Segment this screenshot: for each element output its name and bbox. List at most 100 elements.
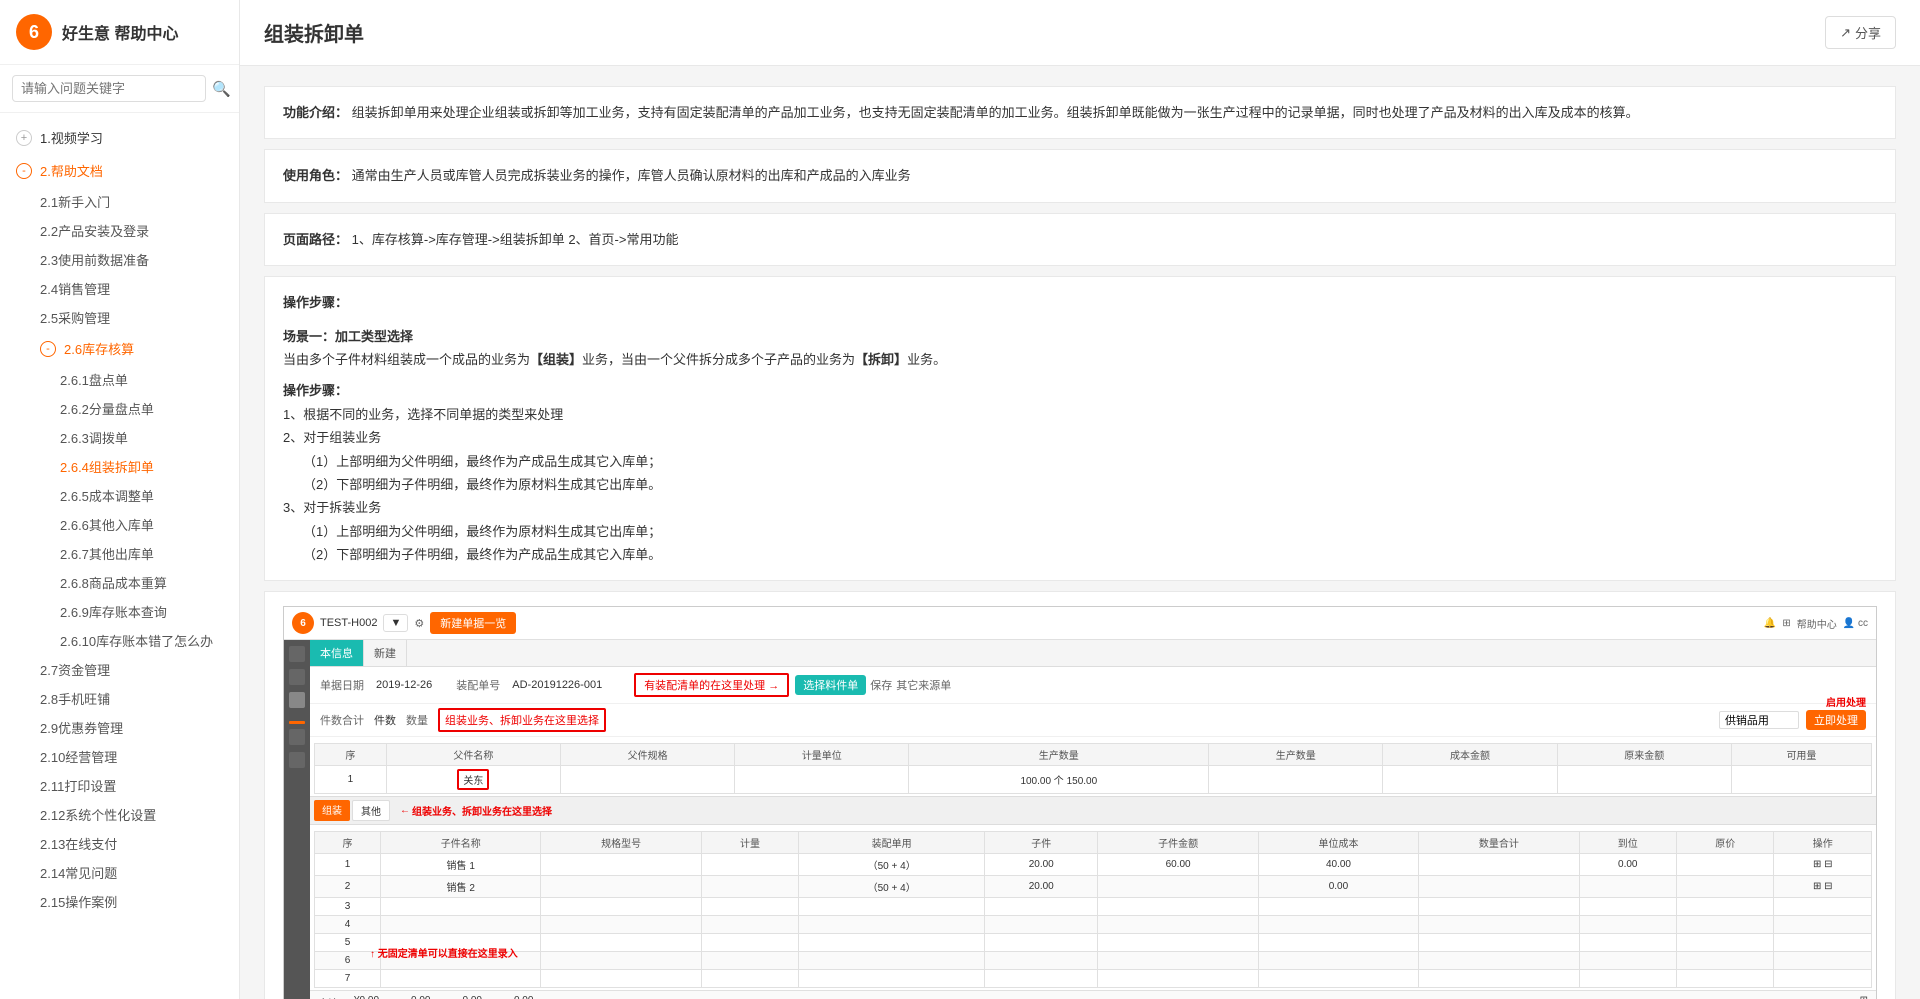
ops-block: 操作步骤： 场景一：加工类型选择 当由多个子件材料组装成一个成品的业务为【组装】… xyxy=(264,276,1896,581)
step2-2: （2）下部明细为子件明细，最终作为原材料生成其它出库单。 xyxy=(283,473,1877,496)
sidebar-item-2-1[interactable]: 2.1新手入门 xyxy=(40,187,239,216)
ops-title: 操作步骤： xyxy=(283,295,348,310)
share-icon: ↗ xyxy=(1840,25,1851,41)
intro-title: 功能介绍： xyxy=(283,105,348,120)
child-row-7: 7 xyxy=(315,970,1872,988)
step2-1: （1）上部明细为父件明细，最终作为产成品生成其它入库单； xyxy=(283,450,1877,473)
app-left-strip xyxy=(284,640,310,999)
col-parent-spec: 父件规格 xyxy=(560,744,734,766)
sidebar-item-2-2[interactable]: 2.2产品安装及登录 xyxy=(40,216,239,245)
sidebar-item-2-5[interactable]: 2.5采购管理 xyxy=(40,303,239,332)
child-row-4: 4 xyxy=(315,916,1872,934)
process-button[interactable]: 立即处理 xyxy=(1806,710,1866,730)
cell-cost xyxy=(1383,766,1557,794)
annotation-4: ↑ 无固定清单可以直接在这里录入 xyxy=(370,945,518,960)
type-annotation-box: 组装业务、拆卸业务在这里选择 xyxy=(438,708,606,732)
tab-info[interactable]: 本信息 xyxy=(310,640,364,666)
sidebar: 6 好生意 帮助中心 🔍 + 1.视频学习 - 2.帮助文档 2.1新手入门 2… xyxy=(0,0,240,999)
select-parts-button[interactable]: 选择料件单 xyxy=(795,675,866,695)
path-title: 页面路径： xyxy=(283,232,348,247)
date-label: 单据日期 xyxy=(320,677,364,693)
sidebar-item-2-4[interactable]: 2.4销售管理 xyxy=(40,274,239,303)
sidebar-item-2-6-7[interactable]: 2.6.7其他出库单 xyxy=(60,539,239,568)
bell-icon: 🔔 xyxy=(1764,618,1776,629)
col-orig: 原来金额 xyxy=(1557,744,1731,766)
save-btn-placeholder: 保存 xyxy=(870,677,892,693)
content-area: 功能介绍： 组装拆卸单用来处理企业组装或拆卸等加工业务，支持有固定装配清单的产品… xyxy=(240,66,1920,999)
assembly-label: 装配单号 xyxy=(456,677,500,693)
col-seq: 序 xyxy=(315,744,387,766)
app-main-area: 本信息 新建 单据日期 2019-12-26 装配单号 AD-20191226-… xyxy=(310,640,1876,999)
type-input[interactable] xyxy=(1719,711,1799,729)
parent-row-1: 1 关东 100.00 个 150.00 xyxy=(315,766,1872,794)
col-cost: 成本金额 xyxy=(1383,744,1557,766)
search-input[interactable] xyxy=(12,75,206,102)
sidebar-item-2-7[interactable]: 2.7资金管理 xyxy=(40,655,239,684)
sidebar-item-2-8[interactable]: 2.8手机旺铺 xyxy=(40,684,239,713)
type-selector-area: 组装业务、拆卸业务在这里选择 xyxy=(438,708,606,732)
app-dropdown[interactable]: ▼ xyxy=(383,614,408,632)
sidebar-item-2-6-6[interactable]: 2.6.6其他入库单 xyxy=(60,510,239,539)
sidebar-item-2-12[interactable]: 2.12系统个性化设置 xyxy=(40,800,239,829)
role-title: 使用角色： xyxy=(283,168,348,183)
lower-table-area: 序 子件名称 规格型号 计量 装配单用 子件 子件金额 单位成本 xyxy=(310,825,1876,990)
sidebar-item-2-6-10[interactable]: 2.6.10库存账本错了怎么办 xyxy=(60,626,239,655)
sidebar-item-2-15[interactable]: 2.15操作案例 xyxy=(40,887,239,916)
sidebar-item-1[interactable]: + 1.视频学习 xyxy=(0,121,239,154)
sidebar-item-2-6-5[interactable]: 2.6.5成本调整单 xyxy=(60,481,239,510)
child-row-6: 6 xyxy=(315,952,1872,970)
sidebar-item-1-label: 1.视频学习 xyxy=(40,128,103,147)
cell-avail xyxy=(1731,766,1871,794)
sidebar-item-2-11[interactable]: 2.11打印设置 xyxy=(40,771,239,800)
expand-icon-2-6: - xyxy=(40,341,56,357)
app-body: 本信息 新建 单据日期 2019-12-26 装配单号 AD-20191226-… xyxy=(284,640,1876,999)
sidebar-item-2-6[interactable]: - 2.6库存核算 xyxy=(40,332,239,365)
total-val1: ¥0.00 xyxy=(354,995,379,999)
sidebar-item-2-6-3[interactable]: 2.6.3调拨单 xyxy=(60,423,239,452)
share-button[interactable]: ↗ 分享 xyxy=(1825,16,1896,49)
sidebar-item-2-6-2[interactable]: 2.6.2分量盘点单 xyxy=(60,394,239,423)
strip-item xyxy=(289,752,305,768)
sidebar-item-2-6-4[interactable]: 2.6.4组装拆卸单 xyxy=(60,452,239,481)
annotation-1-box: 有装配清单的在这里处理 → xyxy=(634,673,789,697)
total-val4: 0.00 xyxy=(514,995,533,999)
step2: 2、对于组装业务 xyxy=(283,426,1877,449)
col-amt: 子件金额 xyxy=(1098,832,1258,854)
search-box: 🔍 xyxy=(0,65,239,113)
intro-body: 组装拆卸单用来处理企业组装或拆卸等加工业务，支持有固定装配清单的产品加工业务，也… xyxy=(352,105,1639,120)
sidebar-item-2-6-8[interactable]: 2.6.8商品成本重算 xyxy=(60,568,239,597)
col-qty2: 子件 xyxy=(985,832,1098,854)
annotation-1-area: 有装配清单的在这里处理 → 选择料件单 保存 其它来源单 xyxy=(614,673,951,697)
sidebar-item-2-13[interactable]: 2.13在线支付 xyxy=(40,829,239,858)
col-action: 操作 xyxy=(1774,832,1872,854)
annotation-2-inline: ← 组装业务、拆卸业务在这里选择 xyxy=(400,800,552,821)
strip-item xyxy=(289,692,305,708)
parent-items-table: 序 父件名称 父件规格 计量单位 生产数量 生产数量 成本金额 原来金额 xyxy=(314,743,1872,794)
sidebar-item-2-9[interactable]: 2.9优惠券管理 xyxy=(40,713,239,742)
total-val3: 0.00 xyxy=(463,995,482,999)
new-doc-button[interactable]: 新建单据一览 xyxy=(430,612,516,634)
cell-unit xyxy=(735,766,909,794)
intro-block: 功能介绍： 组装拆卸单用来处理企业组装或拆卸等加工业务，支持有固定装配清单的产品… xyxy=(264,86,1896,139)
sidebar-item-2[interactable]: - 2.帮助文档 xyxy=(0,154,239,187)
sidebar-item-2-10[interactable]: 2.10经营管理 xyxy=(40,742,239,771)
assembly-value: AD-20191226-001 xyxy=(512,679,602,691)
settings-icon: ⚙ xyxy=(414,617,424,630)
sub-tab-active[interactable]: 组装 xyxy=(314,800,350,821)
scene-desc-text: 当由多个子件材料组装成一个成品的业务为【组装】业务，当由一个父件拆分成多个子产品… xyxy=(283,352,946,367)
count-label: 件数合计 xyxy=(320,712,364,728)
sidebar-item-2-14[interactable]: 2.14常见问题 xyxy=(40,858,239,887)
step3-1: （1）上部明细为父件明细，最终作为原材料生成其它出库单； xyxy=(283,520,1877,543)
search-button[interactable]: 🔍 xyxy=(212,80,231,98)
sidebar-item-2-3[interactable]: 2.3使用前数据准备 xyxy=(40,245,239,274)
sidebar-sub-2: 2.1新手入门 2.2产品安装及登录 2.3使用前数据准备 2.4销售管理 2.… xyxy=(0,187,239,916)
child-row-1: 1 销售 1 （50 + 4） 20.00 60.00 40.00 xyxy=(315,854,1872,876)
col-prod-qty2: 生产数量 xyxy=(1209,744,1383,766)
step1: 1、根据不同的业务，选择不同单据的类型来处理 xyxy=(283,403,1877,426)
path-block: 页面路径： 1、库存核算->库存管理->组装拆卸单 2、首页->常用功能 xyxy=(264,213,1896,266)
tab-new[interactable]: 新建 xyxy=(364,640,407,666)
sidebar-item-2-6-9[interactable]: 2.6.9库存账本查询 xyxy=(60,597,239,626)
role-block: 使用角色： 通常由生产人员或库管人员完成拆装业务的操作，库管人员确认原材料的出库… xyxy=(264,149,1896,202)
sub-tab-inactive[interactable]: 其他 xyxy=(352,800,390,821)
sidebar-item-2-6-1[interactable]: 2.6.1盘点单 xyxy=(60,365,239,394)
